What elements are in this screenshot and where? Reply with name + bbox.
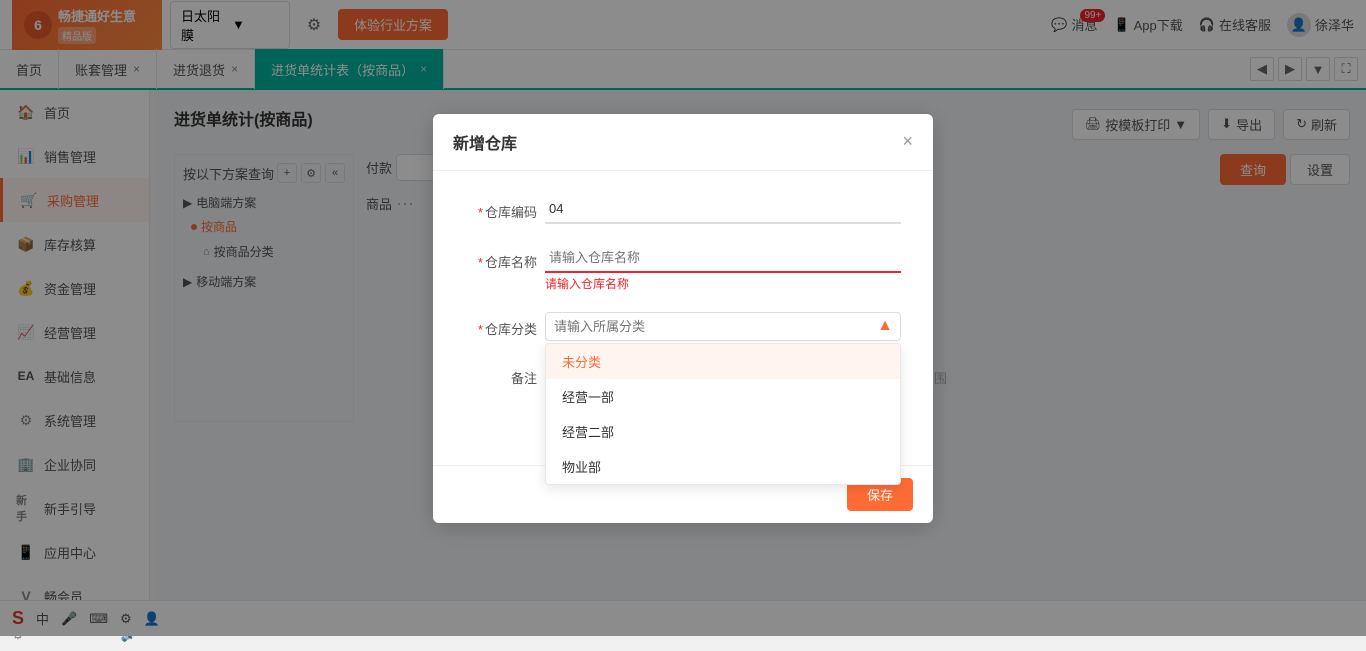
note-label: 备注: [465, 361, 545, 387]
code-label: 仓库编码: [465, 195, 545, 221]
add-warehouse-dialog: 新增仓库 × 仓库编码 仓库名称 请输入仓库名称: [433, 114, 933, 523]
code-input[interactable]: [545, 195, 901, 224]
name-input-wrap: [545, 244, 901, 273]
dialog-close-button[interactable]: ×: [902, 131, 913, 152]
dropdown-item-dept1[interactable]: 经营一部: [546, 379, 900, 414]
dropdown-item-dept2[interactable]: 经营二部: [546, 414, 900, 449]
form-row-name: 仓库名称 请输入仓库名称: [465, 244, 901, 292]
category-input-wrap: ▲ 未分类 经营一部 经营二部 物业部: [545, 312, 901, 341]
name-error-msg: 请输入仓库名称: [545, 275, 629, 292]
name-input[interactable]: [545, 244, 901, 273]
dialog-body: 仓库编码 仓库名称 请输入仓库名称 仓库分类: [433, 171, 933, 465]
name-label: 仓库名称: [465, 245, 545, 271]
category-dropdown: 未分类 经营一部 经营二部 物业部: [545, 343, 901, 485]
dropdown-item-unclassified[interactable]: 未分类: [546, 344, 900, 379]
form-row-code: 仓库编码: [465, 195, 901, 224]
category-toggle-icon[interactable]: ▲: [877, 317, 893, 335]
dialog-title: 新增仓库: [453, 130, 517, 154]
form-row-category: 仓库分类 ▲ 未分类 经营一部 经营二部 物业部: [465, 312, 901, 341]
modal-overlay: 新增仓库 × 仓库编码 仓库名称 请输入仓库名称: [0, 0, 1366, 636]
category-input[interactable]: [545, 312, 901, 341]
dropdown-item-dept3[interactable]: 物业部: [546, 449, 900, 484]
dialog-header: 新增仓库 ×: [433, 114, 933, 171]
category-label: 仓库分类: [465, 312, 545, 338]
